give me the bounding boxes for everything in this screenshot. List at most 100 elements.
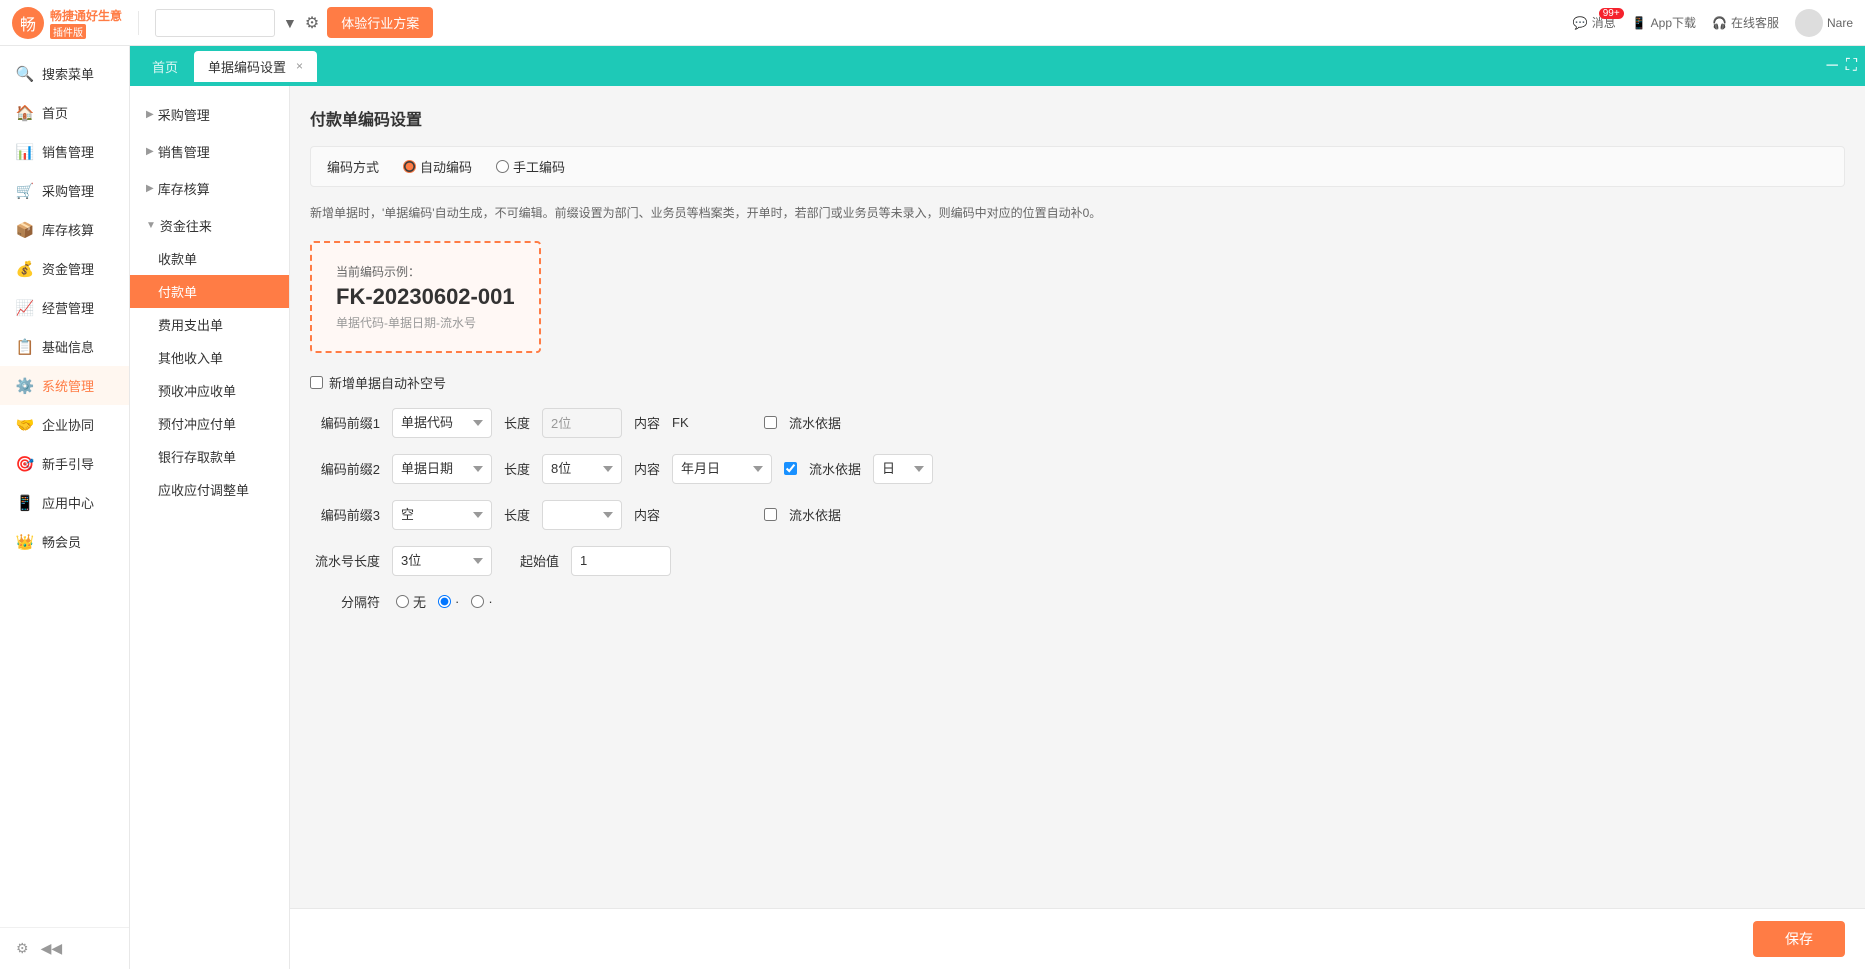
sidebar-item-guide[interactable]: 🎯 新手引导 [0,444,129,483]
preview-desc: 单据代码-单据日期-流水号 [336,314,515,331]
content-area: ▶ 采购管理 ▶ 销售管理 ▶ 库存核算 [130,86,1865,969]
sub-item-expenses[interactable]: 费用支出单 [130,308,289,341]
prefix3-length-select[interactable] [542,500,622,530]
sidebar-item-inventory[interactable]: 📦 库存核算 [0,210,129,249]
separator-label: 分隔符 [310,592,380,611]
auto-radio-input[interactable] [403,160,416,173]
sales-icon: 📊 [16,143,34,161]
sub-item-bank[interactable]: 银行存取款单 [130,440,289,473]
separator-options: 无 · · [396,592,493,611]
user-info[interactable]: Nare [1795,9,1853,37]
main-layout: 🔍 搜索菜单 🏠 首页 📊 销售管理 🛒 采购管理 📦 库存核算 💰 资 [0,46,1865,969]
sub-item-payments[interactable]: 付款单 [130,275,289,308]
sidebar-item-basic-info[interactable]: 📋 基础信息 [0,327,129,366]
arrow-icon: ▶ [146,109,154,120]
sidebar-item-finance[interactable]: 💰 资金管理 [0,249,129,288]
collapse-btn[interactable]: ◀◀ [41,940,63,957]
separator-dash-option[interactable]: · [471,594,492,609]
tab-expand-btn[interactable]: ⛶ [1846,57,1857,75]
auto-fill-checkbox[interactable] [310,376,323,389]
trial-button[interactable]: 体验行业方案 [327,7,433,38]
sub-item-advance-payment[interactable]: 预付冲应付单 [130,407,289,440]
info-text: 新增单据时，'单据编码'自动生成，不可编辑。前缀设置为部门、业务员等档案类，开单… [310,203,1845,225]
separator-none-option[interactable]: 无 [396,592,426,611]
tab-close-btn[interactable]: × [296,59,303,73]
sub-group-sales: ▶ 销售管理 [130,135,289,168]
sub-group-inventory-title[interactable]: ▶ 库存核算 [130,172,289,205]
finance-icon: 💰 [16,260,34,278]
auto-encoding-radio[interactable]: 自动编码 [403,157,472,176]
preview-code: FK-20230602-001 [336,284,515,310]
sidebar-item-sales[interactable]: 📊 销售管理 [0,132,129,171]
home-icon: 🏠 [16,104,34,122]
save-button[interactable]: 保存 [1753,921,1845,957]
separator-dot-radio[interactable] [438,595,451,608]
prefix1-select[interactable]: 单据代码 [392,408,492,438]
sidebar-item-enterprise[interactable]: 🤝 企业协同 [0,405,129,444]
tab-minimize-btn[interactable]: ─ [1826,57,1837,75]
prefix3-label: 编码前缀3 [310,505,380,524]
chevron-down-btn[interactable]: ▼ [283,15,297,31]
serial-checkbox-3[interactable] [764,508,777,521]
purchase-icon: 🛒 [16,182,34,200]
settings-icon[interactable]: ⚙ [305,13,319,33]
serial-checkbox-2[interactable] [784,462,797,475]
message-btn[interactable]: 💬 消息 99+ [1573,14,1616,31]
right-area: 首页 单据编码设置 × ─ ⛶ ▶ 采购管理 [130,46,1865,969]
serial-checkbox-1[interactable] [764,416,777,429]
sub-item-advance-receipt[interactable]: 预收冲应收单 [130,374,289,407]
sub-item-adjustment[interactable]: 应收应付调整单 [130,473,289,506]
arrow-icon: ▶ [146,183,154,194]
sub-item-receipts[interactable]: 收款单 [130,242,289,275]
prefix2-content-select[interactable]: 年月日 [672,454,772,484]
breadcrumb-input[interactable] [155,9,275,37]
encoding-method-label: 编码方式 [327,157,379,176]
logo: 畅 畅捷通好生意 插件版 [12,7,122,39]
sidebar-nav: 🔍 搜索菜单 🏠 首页 📊 销售管理 🛒 采购管理 📦 库存核算 💰 资 [0,46,129,927]
arrow-expand-icon: ▼ [146,220,156,231]
sidebar-item-operations[interactable]: 📈 经营管理 [0,288,129,327]
separator-none-radio[interactable] [396,595,409,608]
sub-item-other-income[interactable]: 其他收入单 [130,341,289,374]
app-download-btn[interactable]: 📱 App下载 [1632,14,1696,31]
auto-fill-row: 新增单据自动补空号 [310,373,1845,392]
sidebar-item-purchase[interactable]: 🛒 采购管理 [0,171,129,210]
tab-home[interactable]: 首页 [138,51,192,82]
app-icon: 📱 [1632,16,1647,30]
tab-actions: ─ ⛶ [1826,57,1857,75]
prefix2-label: 编码前缀2 [310,459,380,478]
message-icon: 💬 [1573,16,1588,30]
sidebar-item-apps[interactable]: 📱 应用中心 [0,483,129,522]
prefix3-select[interactable]: 空 [392,500,492,530]
preview-label: 当前编码示例： [336,263,515,280]
sub-group-funds-title[interactable]: ▼ 资金往来 [130,209,289,242]
prefix-row-2: 编码前缀2 单据日期 长度 8位 内容 年月日 流水依据 [310,454,1845,484]
guide-icon: 🎯 [16,455,34,473]
top-bar: 畅 畅捷通好生意 插件版 ▼ ⚙ 体验行业方案 💬 消息 99+ 📱 App下载… [0,0,1865,46]
divider [138,11,139,35]
member-icon: 👑 [16,533,34,551]
settings-footer-btn[interactable]: ⚙ [16,940,29,957]
sidebar-search[interactable]: 🔍 搜索菜单 [0,54,129,93]
sidebar-item-home[interactable]: 🏠 首页 [0,93,129,132]
sidebar-item-system[interactable]: ⚙️ 系统管理 [0,366,129,405]
page-title: 付款单编码设置 [310,106,1845,130]
serial-length-select[interactable]: 3位 [392,546,492,576]
manual-encoding-radio[interactable]: 手工编码 [496,157,565,176]
logo-text: 畅捷通好生意 插件版 [50,7,122,39]
start-value-input[interactable] [571,546,671,576]
enterprise-icon: 🤝 [16,416,34,434]
prefix2-length-select[interactable]: 8位 [542,454,622,484]
sidebar-item-member[interactable]: 👑 畅会员 [0,522,129,561]
prefix2-select[interactable]: 单据日期 [392,454,492,484]
service-btn[interactable]: 🎧 在线客服 [1712,14,1779,31]
tab-encoding-settings[interactable]: 单据编码设置 × [194,51,317,82]
sub-group-sales-title[interactable]: ▶ 销售管理 [130,135,289,168]
separator-dash-radio[interactable] [471,595,484,608]
system-icon: ⚙️ [16,377,34,395]
apps-icon: 📱 [16,494,34,512]
sub-group-purchase-title[interactable]: ▶ 采购管理 [130,98,289,131]
serial-period-select[interactable]: 日 [873,454,933,484]
manual-radio-input[interactable] [496,160,509,173]
separator-dot-option[interactable]: · [438,594,459,609]
